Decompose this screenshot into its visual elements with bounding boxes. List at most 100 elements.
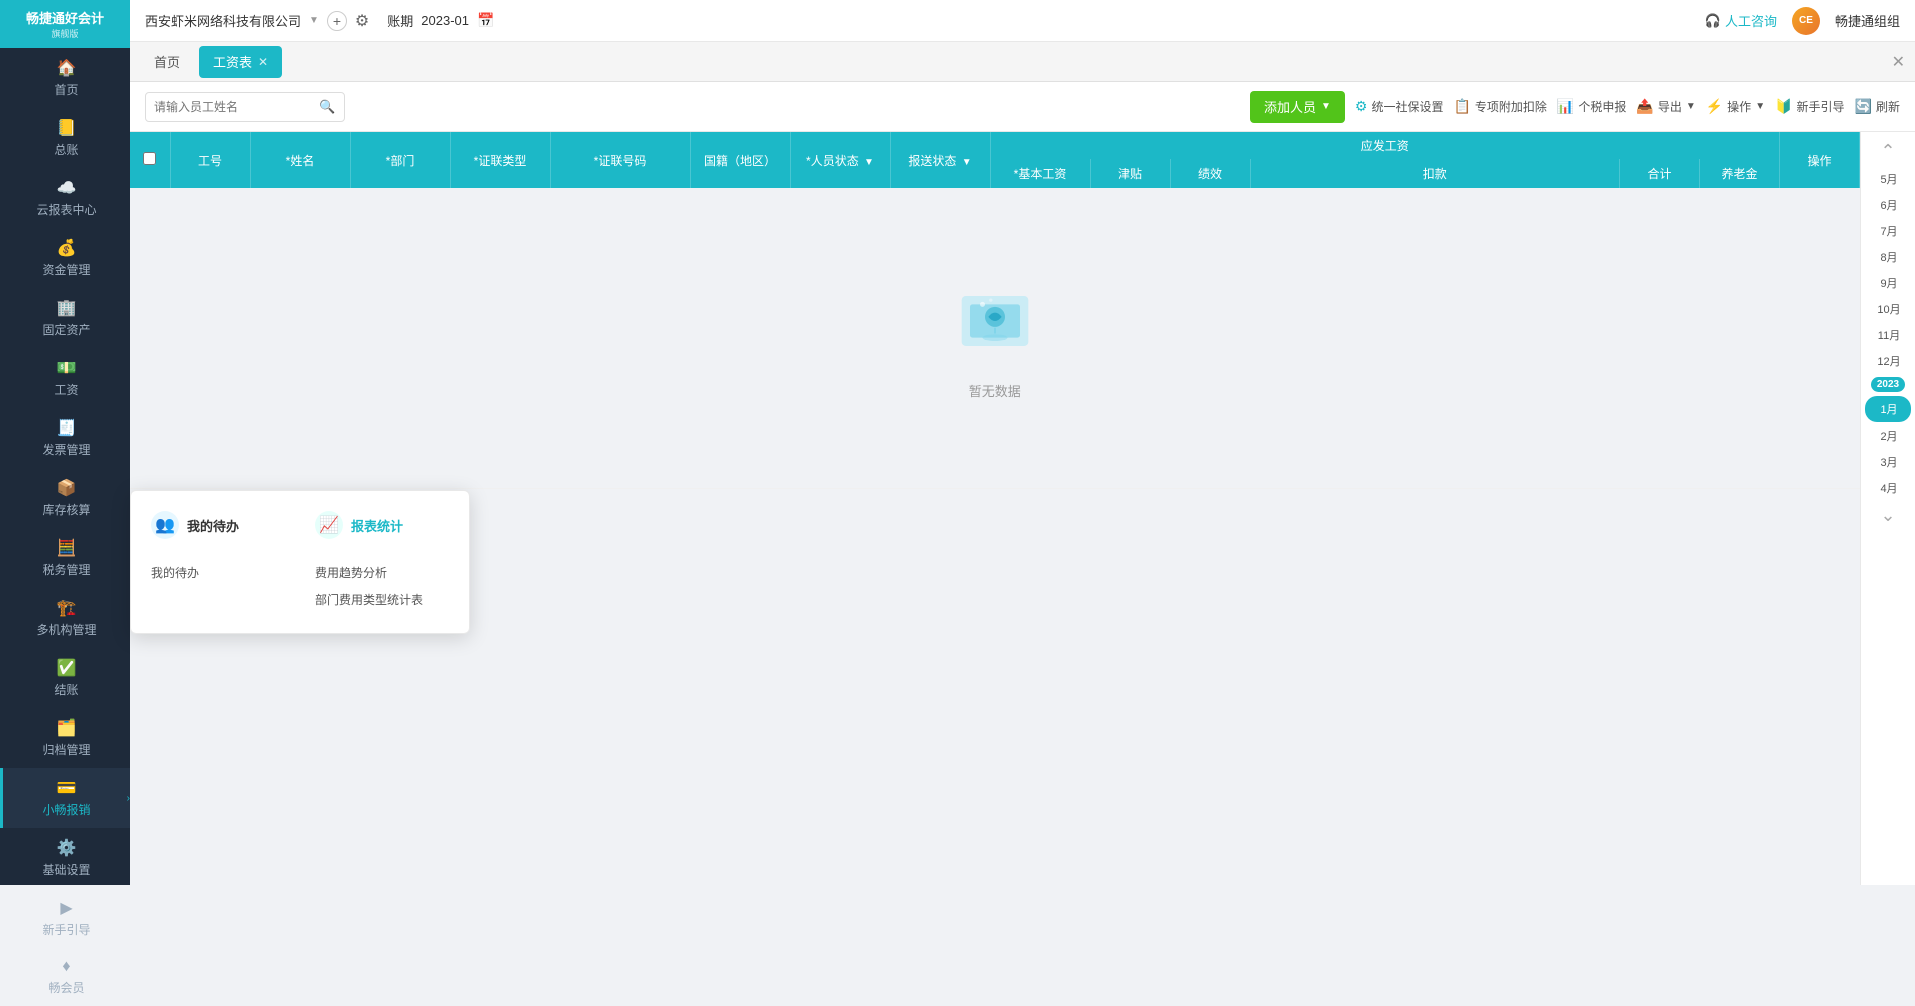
settings-button[interactable]: ⚙ (355, 11, 369, 31)
popup-item-cost-trend[interactable]: 费用趋势分析 (315, 559, 449, 586)
sidebar-item-label: 多机构管理 (36, 621, 96, 638)
popup-item-my-todo[interactable]: 我的待办 (151, 559, 285, 586)
user-name[interactable]: 畅捷通组组 (1835, 11, 1900, 30)
sidebar-item-invoice[interactable]: 🧾 发票管理 (0, 408, 130, 468)
sidebar-item-archive[interactable]: 🗂️ 归档管理 (0, 708, 130, 768)
calendar-month-5[interactable]: 5月 (1861, 166, 1915, 192)
operate-label: 操作 (1727, 98, 1751, 115)
col-status-header: *人员状态 ▼ (790, 132, 890, 188)
status-filter-icon[interactable]: ▼ (864, 157, 874, 168)
operate-icon: ⚡ (1706, 98, 1723, 115)
add-company-button[interactable]: + (327, 11, 347, 31)
refresh-button[interactable]: 🔄 刷新 (1855, 98, 1900, 115)
sidebar-item-label: 首页 (54, 81, 78, 98)
export-button[interactable]: 📤 导出 ▼ (1636, 98, 1695, 115)
tax-declare-icon: 📊 (1557, 98, 1574, 115)
operate-button[interactable]: ⚡ 操作 ▼ (1706, 98, 1765, 115)
col-cert-no-header: *证联号码 (550, 132, 690, 188)
select-all-checkbox[interactable] (143, 152, 156, 165)
sidebar-item-fund[interactable]: 💰 资金管理 (0, 228, 130, 288)
sidebar-item-home[interactable]: 🏠 首页 (0, 48, 130, 108)
add-person-button[interactable]: 添加人员 ▼ (1250, 91, 1345, 123)
sidebar-item-member[interactable]: ♦ 畅会员 (0, 948, 130, 1006)
sidebar-item-label: 归档管理 (42, 741, 90, 758)
refresh-icon: 🔄 (1855, 98, 1872, 115)
calendar-month-10[interactable]: 10月 (1861, 296, 1915, 322)
col-deductions-header: 扣款 (1250, 159, 1620, 188)
calendar-month-6[interactable]: 6月 (1861, 192, 1915, 218)
home-icon: 🏠 (57, 58, 77, 78)
calendar-month-11[interactable]: 11月 (1861, 322, 1915, 348)
avatar-initials: CE (1799, 15, 1813, 26)
col-total-header: 合计 (1620, 159, 1700, 188)
send-filter-icon[interactable]: ▼ (962, 157, 972, 168)
refresh-label: 刷新 (1876, 98, 1900, 115)
social-insurance-button[interactable]: ⚙ 统一社保设置 (1355, 98, 1444, 115)
sidebar-item-label: 畅会员 (48, 979, 84, 996)
special-deduct-button[interactable]: 📋 专项附加扣除 (1453, 98, 1546, 115)
empty-state-icon (945, 276, 1045, 366)
org-icon: 🏗️ (57, 598, 77, 618)
special-deduct-icon: 📋 (1453, 98, 1470, 115)
col-performance-header: 绩效 (1170, 159, 1250, 188)
col-num-header: 工号 (170, 132, 250, 188)
guide-icon: ▶ (60, 898, 72, 918)
col-checkbox-header[interactable] (130, 132, 170, 188)
popup-item-dept-cost[interactable]: 部门费用类型统计表 (315, 586, 449, 613)
sidebar-item-label: 云报表中心 (36, 201, 96, 218)
sidebar-item-multi-org[interactable]: 🏗️ 多机构管理 (0, 588, 130, 648)
sidebar-item-label: 固定资产 (42, 321, 90, 338)
calendar-month-9[interactable]: 9月 (1861, 270, 1915, 296)
sidebar-item-cloud-report[interactable]: ☁️ 云报表中心 (0, 168, 130, 228)
tab-home-label: 首页 (154, 52, 180, 71)
sidebar-item-inventory[interactable]: 📦 库存核算 (0, 468, 130, 528)
calendar-icon[interactable]: 📅 (477, 12, 494, 29)
col-name-header: *姓名 (250, 132, 350, 188)
calendar-month-12[interactable]: 12月 (1861, 348, 1915, 374)
tax-declare-button[interactable]: 📊 个税申报 (1557, 98, 1626, 115)
sidebar-item-ledger[interactable]: 📒 总账 (0, 108, 130, 168)
sidebar-item-salary[interactable]: 💵 工资 (0, 348, 130, 408)
sidebar-item-label: 税务管理 (42, 561, 90, 578)
guide-button[interactable]: 🔰 新手引导 (1775, 98, 1844, 115)
close-all-icon: ✕ (1892, 54, 1905, 71)
sidebar: 畅捷通好会计 旗舰版 🏠 首页 📒 总账 ☁️ 云报表中心 💰 资金管理 🏢 固… (0, 0, 130, 885)
calendar-month-7[interactable]: 7月 (1861, 218, 1915, 244)
sidebar-item-assets[interactable]: 🏢 固定资产 (0, 288, 130, 348)
sidebar-item-expense[interactable]: 💳 小畅报销 › (0, 768, 130, 828)
tab-salary[interactable]: 工资表 ✕ (199, 46, 282, 78)
tab-home[interactable]: 首页 (140, 46, 194, 78)
guide-label: 新手引导 (1797, 98, 1845, 115)
calendar-year: 2023 (1871, 377, 1905, 392)
calendar-down-button[interactable]: ⌄ (1861, 501, 1915, 530)
sidebar-item-checkout[interactable]: ✅ 结账 (0, 648, 130, 708)
salary-table: 工号 *姓名 *部门 *证联类型 *证联号码 国籍（地区） *人员状态 ▼ 报送… (130, 132, 1860, 489)
col-subsidy-header: 津贴 (1090, 159, 1170, 188)
col-ops-header: 操作 (1780, 132, 1860, 188)
calendar-month-3[interactable]: 3月 (1861, 449, 1915, 475)
sidebar-item-label: 小畅报销 (42, 801, 90, 818)
calendar-up-button[interactable]: ⌃ (1861, 137, 1915, 166)
sidebar-item-label: 资金管理 (42, 261, 90, 278)
close-all-button[interactable]: ✕ (1892, 52, 1905, 72)
sidebar-item-guide[interactable]: ▶ 新手引导 (0, 888, 130, 948)
calendar-month-1-active[interactable]: 1月 (1865, 396, 1911, 422)
company-name: 西安虾米网络科技有限公司 (145, 11, 301, 30)
popup-menu: 👥 我的待办 我的待办 📈 报表统计 费用趋势分析 部门费用类型统计表 (130, 490, 470, 634)
sidebar-item-settings[interactable]: ⚙️ 基础设置 (0, 828, 130, 888)
ledger-icon: 📒 (57, 118, 77, 138)
col-dept-header: *部门 (350, 132, 450, 188)
tax-icon: 🧮 (57, 538, 77, 558)
tab-close-icon[interactable]: ✕ (258, 55, 268, 69)
search-input[interactable] (154, 100, 314, 114)
calendar-month-8[interactable]: 8月 (1861, 244, 1915, 270)
company-dropdown-icon[interactable]: ▼ (309, 15, 319, 26)
main-content: 西安虾米网络科技有限公司 ▼ + ⚙ 账期 2023-01 📅 🎧 人工咨询 C… (130, 0, 1915, 885)
calendar-month-4[interactable]: 4月 (1861, 475, 1915, 501)
search-box: 🔍 (145, 92, 345, 122)
sidebar-item-tax[interactable]: 🧮 税务管理 (0, 528, 130, 588)
customer-service-button[interactable]: 🎧 人工咨询 (1705, 11, 1777, 30)
calendar-month-2[interactable]: 2月 (1861, 423, 1915, 449)
sidebar-item-label: 基础设置 (42, 861, 90, 878)
empty-state: 暂无数据 (140, 196, 1850, 480)
